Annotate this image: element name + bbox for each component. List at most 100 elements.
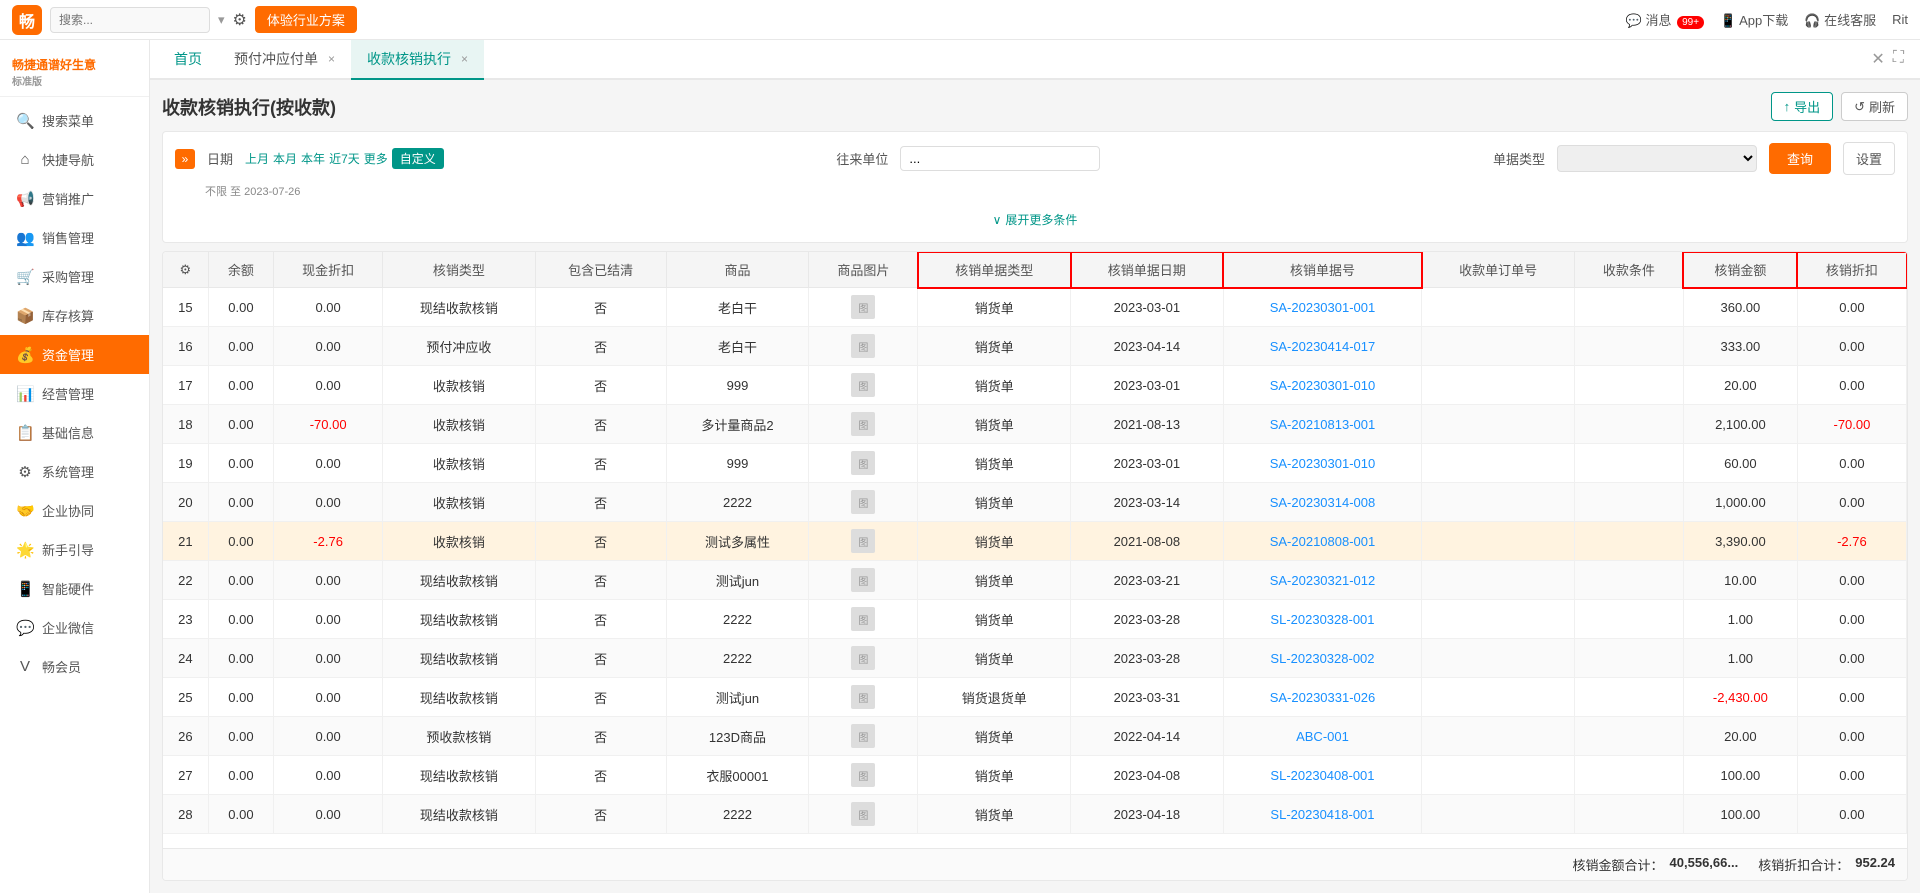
cell-type: 现结收款核销 — [383, 288, 536, 327]
settings-icon[interactable]: ⚙ — [233, 10, 247, 30]
cell-amount: 3,390.00 — [1683, 522, 1797, 561]
sidebar-item-label: 快捷导航 — [42, 150, 94, 169]
message-link[interactable]: 💬 消息 99+ — [1626, 10, 1704, 29]
settings-button[interactable]: 设置 — [1843, 142, 1895, 175]
cell-product: 2222 — [666, 483, 809, 522]
tab-writeoff[interactable]: 收款核销执行 × — [351, 40, 484, 80]
close-window-icon[interactable]: ✕ — [1871, 49, 1884, 69]
cell-bill-no[interactable]: SA-20230301-001 — [1223, 288, 1422, 327]
footer-amount: 核销金额合计： 40,556,66... — [1573, 855, 1739, 874]
cell-bill-no[interactable]: SA-20230314-008 — [1223, 483, 1422, 522]
user-label[interactable]: Rit — [1892, 12, 1908, 27]
expand-conditions-button[interactable]: ∨ 展开更多条件 — [175, 207, 1895, 232]
member-icon: V — [16, 658, 34, 675]
sidebar-item-label: 搜索菜单 — [42, 111, 94, 130]
sidebar-item-finance[interactable]: 💰 资金管理 — [0, 335, 149, 374]
sidebar-item-marketing[interactable]: 📢 营销推广 — [0, 179, 149, 218]
cell-bill-no[interactable]: SA-20210813-001 — [1223, 405, 1422, 444]
dropdown-icon[interactable]: ▾ — [218, 12, 225, 28]
cell-bill-no[interactable]: SL-20230328-001 — [1223, 600, 1422, 639]
date-7-days[interactable]: 近7天 — [329, 150, 360, 167]
tab-home[interactable]: 首页 — [158, 40, 218, 80]
refresh-button[interactable]: ↺ 刷新 — [1841, 92, 1908, 121]
sidebar-item-purchase[interactable]: 🛒 采购管理 — [0, 257, 149, 296]
table-footer: 核销金额合计： 40,556,66... 核销折扣合计： 952.24 — [163, 848, 1907, 880]
close-tab-writeoff-icon[interactable]: × — [461, 52, 468, 66]
sidebar-logo-text: 畅捷通谱好生意 — [12, 56, 137, 73]
cell-bill-no[interactable]: SL-20230328-002 — [1223, 639, 1422, 678]
date-custom-button[interactable]: 自定义 — [392, 148, 444, 169]
cell-product: 老白干 — [666, 288, 809, 327]
cell-bill-no[interactable]: SL-20230408-001 — [1223, 756, 1422, 795]
cell-bill-type: 销货单 — [918, 522, 1071, 561]
top-bar-search-input[interactable] — [50, 7, 210, 33]
cell-order-no — [1422, 717, 1575, 756]
cell-bill-no[interactable]: SA-20230414-017 — [1223, 327, 1422, 366]
cell-writeoff-disc: 0.00 — [1797, 288, 1906, 327]
cell-product-img: 图 — [809, 756, 918, 795]
sidebar-item-member[interactable]: V 畅会员 — [0, 647, 149, 686]
cell-bill-date: 2022-04-14 — [1071, 717, 1224, 756]
sidebar-logo: 畅捷通谱好生意 标准版 — [0, 48, 149, 97]
refresh-icon: ↺ — [1854, 99, 1865, 115]
date-more[interactable]: 更多 — [364, 150, 388, 167]
cell-product-img: 图 — [809, 288, 918, 327]
search-button[interactable]: 查询 — [1769, 143, 1831, 174]
sidebar-item-search-menu[interactable]: 🔍 搜索菜单 — [0, 101, 149, 140]
cell-cash-discount: 0.00 — [274, 483, 383, 522]
cell-balance: 0.00 — [208, 639, 273, 678]
maximize-icon[interactable]: ⛶ — [1893, 49, 1904, 69]
footer-amount-value: 40,556,66... — [1670, 855, 1739, 874]
sidebar-item-base-info[interactable]: 📋 基础信息 — [0, 413, 149, 452]
sidebar-item-wechat[interactable]: 💬 企业微信 — [0, 608, 149, 647]
sidebar-item-smart-hw[interactable]: 📱 智能硬件 — [0, 569, 149, 608]
page-actions: ↑ 导出 ↺ 刷新 — [1771, 92, 1908, 121]
cell-settled: 否 — [535, 444, 666, 483]
search-icon: 🔍 — [16, 112, 34, 130]
cell-bill-no[interactable]: SA-20210808-001 — [1223, 522, 1422, 561]
top-bar-left: 畅 ▾ ⚙ 体验行业方案 — [12, 5, 1618, 35]
sidebar-item-label: 系统管理 — [42, 462, 94, 481]
sidebar-item-system[interactable]: ⚙ 系统管理 — [0, 452, 149, 491]
page-title: 收款核销执行(按收款) — [162, 94, 336, 120]
sidebar-item-guide[interactable]: 🌟 新手引导 — [0, 530, 149, 569]
online-service-link[interactable]: 🎧 在线客服 — [1804, 10, 1876, 29]
cell-bill-no[interactable]: SA-20230301-010 — [1223, 366, 1422, 405]
cell-conditions — [1574, 483, 1683, 522]
sidebar-item-label: 基础信息 — [42, 423, 94, 442]
table-container[interactable]: ⚙ 余额 现金折扣 核销类型 包含已结清 商品 商品图片 核销单据类型 核销单据… — [163, 252, 1907, 848]
date-filter-label: 日期 — [207, 149, 233, 168]
cell-bill-no[interactable]: ABC-001 — [1223, 717, 1422, 756]
table-row: 28 0.00 0.00 现结收款核销 否 2222 图 销货单 2023-04… — [163, 795, 1907, 834]
sidebar-item-sales[interactable]: 👥 销售管理 — [0, 218, 149, 257]
cell-bill-date: 2023-03-01 — [1071, 288, 1224, 327]
sidebar-item-inventory[interactable]: 📦 库存核算 — [0, 296, 149, 335]
sidebar-item-management[interactable]: 📊 经营管理 — [0, 374, 149, 413]
cell-bill-no[interactable]: SA-20230301-010 — [1223, 444, 1422, 483]
receipt-type-select[interactable] — [1557, 145, 1757, 172]
cell-bill-no[interactable]: SA-20230331-026 — [1223, 678, 1422, 717]
col-order-no: 收款单订单号 — [1422, 252, 1575, 288]
industry-solution-button[interactable]: 体验行业方案 — [255, 6, 357, 33]
date-prev-month[interactable]: 上月 — [245, 150, 269, 167]
table-row: 16 0.00 0.00 预付冲应收 否 老白干 图 销货单 2023-04-1… — [163, 327, 1907, 366]
filter-row-date-text: 不限 至 2023-07-26 — [175, 183, 1895, 199]
sidebar-item-enterprise[interactable]: 🤝 企业协同 — [0, 491, 149, 530]
collapse-filter-button[interactable]: » — [175, 149, 195, 169]
cell-bill-date: 2021-08-08 — [1071, 522, 1224, 561]
from-unit-input[interactable] — [900, 146, 1100, 171]
export-button[interactable]: ↑ 导出 — [1771, 92, 1834, 121]
app-download-link[interactable]: 📱 App下载 — [1720, 10, 1788, 29]
cell-balance: 0.00 — [208, 483, 273, 522]
cell-product-img: 图 — [809, 717, 918, 756]
date-curr-month[interactable]: 本月 — [273, 150, 297, 167]
tab-prepaid[interactable]: 预付冲应付单 × — [218, 40, 351, 80]
cell-product-img: 图 — [809, 678, 918, 717]
date-this-year[interactable]: 本年 — [301, 150, 325, 167]
close-tab-prepaid-icon[interactable]: × — [328, 52, 335, 66]
col-settings[interactable]: ⚙ — [163, 252, 208, 288]
sidebar-item-quick-nav[interactable]: ⌂ 快捷导航 — [0, 140, 149, 179]
cell-bill-no[interactable]: SA-20230321-012 — [1223, 561, 1422, 600]
cell-bill-no[interactable]: SL-20230418-001 — [1223, 795, 1422, 834]
cell-order-no — [1422, 639, 1575, 678]
